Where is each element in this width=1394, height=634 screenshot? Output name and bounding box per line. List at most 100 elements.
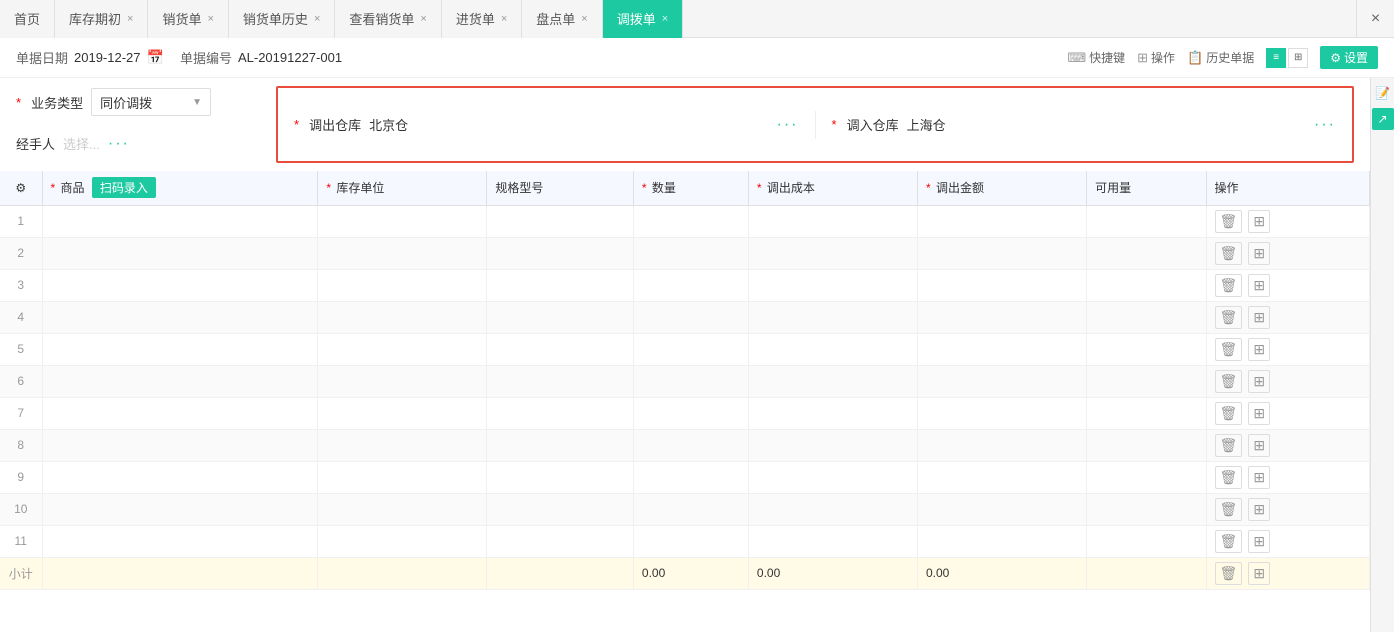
row-cost[interactable] xyxy=(748,269,917,301)
copy-icon[interactable]: ⊞ xyxy=(1248,530,1270,553)
row-amount[interactable] xyxy=(917,237,1086,269)
row-qty[interactable] xyxy=(633,525,748,557)
tab-inventory-init[interactable]: 库存期初 × xyxy=(55,0,148,38)
row-cost[interactable] xyxy=(748,493,917,525)
delete-icon[interactable]: 🗑 xyxy=(1215,338,1243,361)
settings-button[interactable]: ⚙ 设置 xyxy=(1320,46,1378,69)
row-amount[interactable] xyxy=(917,493,1086,525)
tab-sales-order[interactable]: 销货单 × xyxy=(148,0,228,38)
row-unit[interactable] xyxy=(318,365,487,397)
copy-icon[interactable]: ⊞ xyxy=(1248,210,1270,233)
tab-purchase-close[interactable]: × xyxy=(501,13,507,25)
row-qty[interactable] xyxy=(633,237,748,269)
tab-sales-history[interactable]: 销货单历史 × xyxy=(229,0,335,38)
transfer-out-more-icon[interactable]: ··· xyxy=(777,116,799,134)
row-product[interactable] xyxy=(42,205,318,237)
scan-button[interactable]: 扫码录入 xyxy=(92,177,156,198)
business-type-select[interactable]: 同价调拨 ▼ xyxy=(91,88,211,116)
row-product[interactable] xyxy=(42,493,318,525)
delete-icon[interactable]: 🗑 xyxy=(1215,466,1243,489)
row-qty[interactable] xyxy=(633,397,748,429)
row-amount[interactable] xyxy=(917,269,1086,301)
row-cost[interactable] xyxy=(748,237,917,269)
row-qty[interactable] xyxy=(633,461,748,493)
row-spec[interactable] xyxy=(487,493,634,525)
row-spec[interactable] xyxy=(487,397,634,429)
row-cost[interactable] xyxy=(748,333,917,365)
row-unit[interactable] xyxy=(318,237,487,269)
row-unit[interactable] xyxy=(318,333,487,365)
row-qty[interactable] xyxy=(633,269,748,301)
row-spec[interactable] xyxy=(487,365,634,397)
row-qty[interactable] xyxy=(633,205,748,237)
row-unit[interactable] xyxy=(318,429,487,461)
tab-purchase[interactable]: 进货单 × xyxy=(442,0,522,38)
sidebar-expand-icon[interactable]: ↗ xyxy=(1372,108,1394,130)
row-spec[interactable] xyxy=(487,301,634,333)
copy-icon[interactable]: ⊞ xyxy=(1248,434,1270,457)
row-amount[interactable] xyxy=(917,429,1086,461)
row-spec[interactable] xyxy=(487,525,634,557)
row-cost[interactable] xyxy=(748,429,917,461)
tab-transfer[interactable]: 调拨单 × xyxy=(603,0,683,38)
transfer-in-more-icon[interactable]: ··· xyxy=(1314,116,1336,134)
col-settings-header[interactable]: ⚙ xyxy=(0,171,42,205)
copy-icon[interactable]: ⊞ xyxy=(1248,242,1270,265)
subtotal-copy-icon[interactable]: ⊞ xyxy=(1248,562,1270,585)
row-spec[interactable] xyxy=(487,205,634,237)
row-product[interactable] xyxy=(42,365,318,397)
row-unit[interactable] xyxy=(318,205,487,237)
row-unit[interactable] xyxy=(318,269,487,301)
row-amount[interactable] xyxy=(917,205,1086,237)
row-unit[interactable] xyxy=(318,493,487,525)
tab-sales-order-close[interactable]: × xyxy=(207,13,213,25)
row-cost[interactable] xyxy=(748,461,917,493)
row-unit[interactable] xyxy=(318,461,487,493)
row-product[interactable] xyxy=(42,397,318,429)
tab-check-sales[interactable]: 查看销货单 × xyxy=(335,0,441,38)
row-cost[interactable] xyxy=(748,365,917,397)
row-cost[interactable] xyxy=(748,301,917,333)
row-spec[interactable] xyxy=(487,333,634,365)
person-more-icon[interactable]: ··· xyxy=(108,135,130,153)
tab-inventory-init-close[interactable]: × xyxy=(127,13,133,25)
row-product[interactable] xyxy=(42,301,318,333)
delete-icon[interactable]: 🗑 xyxy=(1215,242,1243,265)
row-product[interactable] xyxy=(42,461,318,493)
row-cost[interactable] xyxy=(748,525,917,557)
row-unit[interactable] xyxy=(318,301,487,333)
history-docs-button[interactable]: 📋 历史单据 xyxy=(1187,49,1254,66)
row-amount[interactable] xyxy=(917,365,1086,397)
row-product[interactable] xyxy=(42,269,318,301)
row-qty[interactable] xyxy=(633,429,748,461)
row-cost[interactable] xyxy=(748,397,917,429)
tab-transfer-close[interactable]: × xyxy=(662,13,668,25)
delete-icon[interactable]: 🗑 xyxy=(1215,210,1243,233)
row-amount[interactable] xyxy=(917,461,1086,493)
copy-icon[interactable]: ⊞ xyxy=(1248,370,1270,393)
row-amount[interactable] xyxy=(917,301,1086,333)
delete-icon[interactable]: 🗑 xyxy=(1215,274,1243,297)
calendar-icon[interactable]: 📅 xyxy=(147,49,164,66)
row-amount[interactable] xyxy=(917,333,1086,365)
row-cost[interactable] xyxy=(748,205,917,237)
table-view-button[interactable]: ⊞ xyxy=(1288,48,1308,68)
delete-icon[interactable]: 🗑 xyxy=(1215,434,1243,457)
delete-icon[interactable]: 🗑 xyxy=(1215,530,1243,553)
row-qty[interactable] xyxy=(633,493,748,525)
row-spec[interactable] xyxy=(487,237,634,269)
copy-icon[interactable]: ⊞ xyxy=(1248,306,1270,329)
delete-icon[interactable]: 🗑 xyxy=(1215,402,1243,425)
row-product[interactable] xyxy=(42,525,318,557)
shortcuts-button[interactable]: ⌨ 快捷键 xyxy=(1067,49,1125,66)
row-amount[interactable] xyxy=(917,397,1086,429)
row-qty[interactable] xyxy=(633,365,748,397)
tab-stocktake-close[interactable]: × xyxy=(581,13,587,25)
operations-button[interactable]: ⊞ 操作 xyxy=(1137,49,1175,66)
row-product[interactable] xyxy=(42,429,318,461)
copy-icon[interactable]: ⊞ xyxy=(1248,498,1270,521)
row-qty[interactable] xyxy=(633,333,748,365)
tab-sales-history-close[interactable]: × xyxy=(314,13,320,25)
copy-icon[interactable]: ⊞ xyxy=(1248,402,1270,425)
delete-icon[interactable]: 🗑 xyxy=(1215,370,1243,393)
